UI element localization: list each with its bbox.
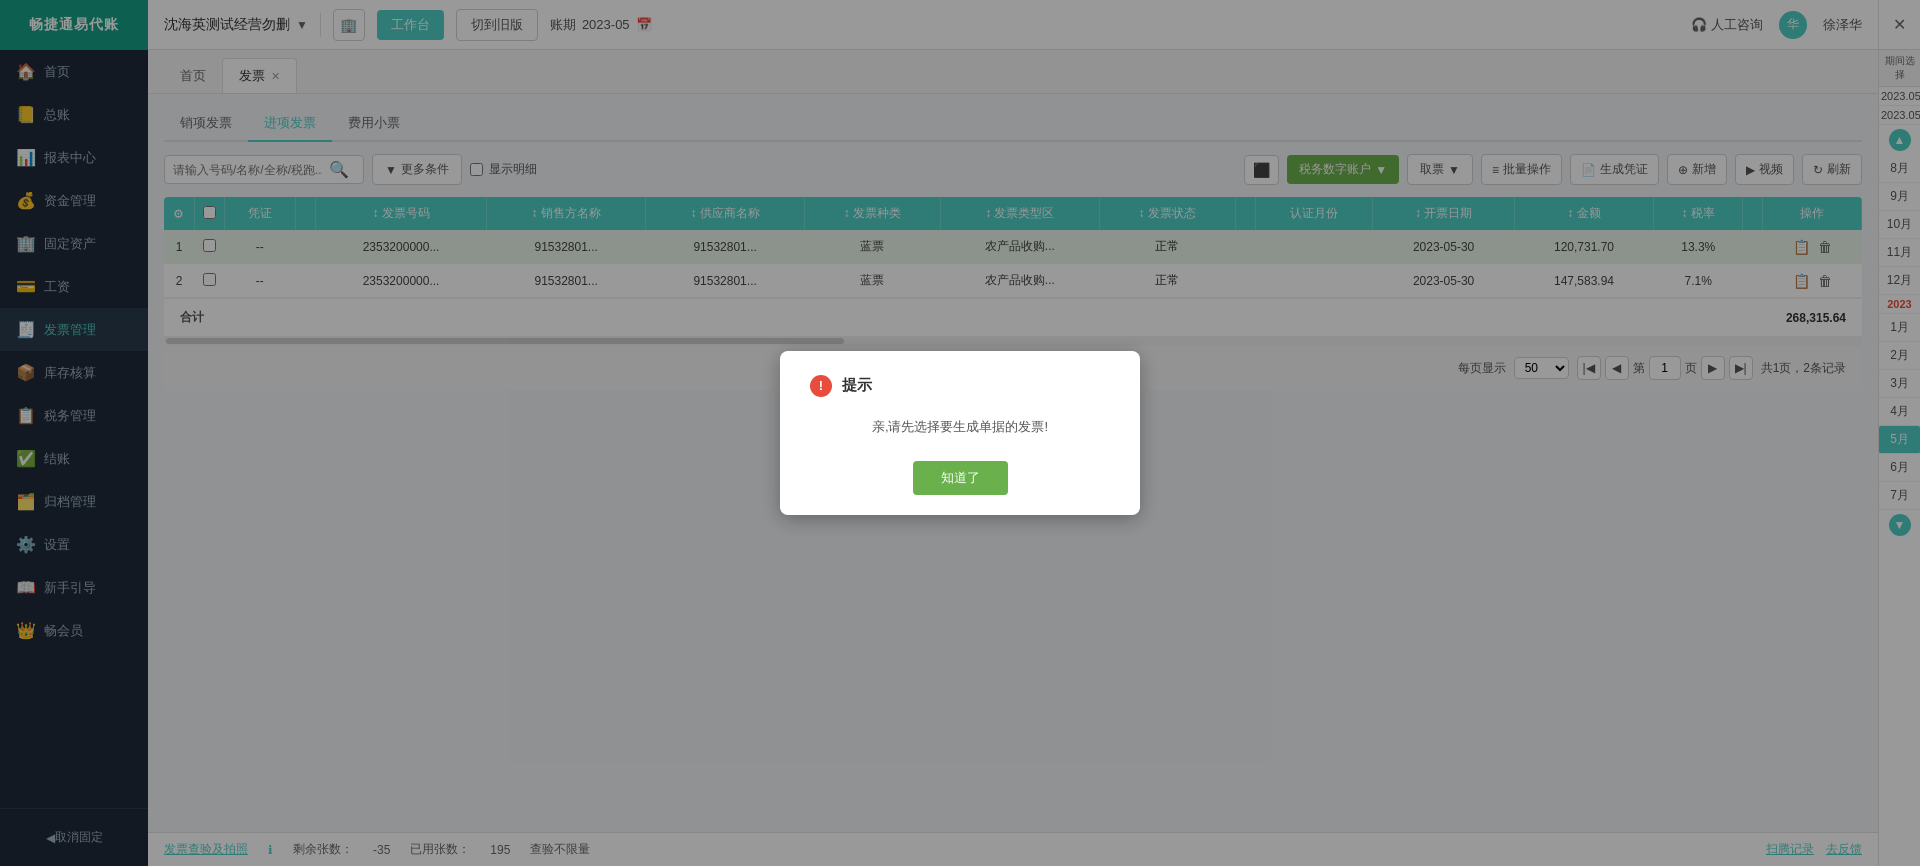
modal-title-row: ! 提示 xyxy=(810,375,1110,397)
modal-overlay: ! 提示 亲,请先选择要生成单据的发票! 知道了 xyxy=(0,0,1920,866)
modal-ok-button[interactable]: 知道了 xyxy=(913,461,1008,495)
modal-dialog: ! 提示 亲,请先选择要生成单据的发票! 知道了 xyxy=(780,351,1140,516)
modal-footer: 知道了 xyxy=(810,461,1110,495)
modal-message: 亲,请先选择要生成单据的发票! xyxy=(810,417,1110,438)
warning-icon: ! xyxy=(810,375,832,397)
modal-title: 提示 xyxy=(842,376,872,395)
